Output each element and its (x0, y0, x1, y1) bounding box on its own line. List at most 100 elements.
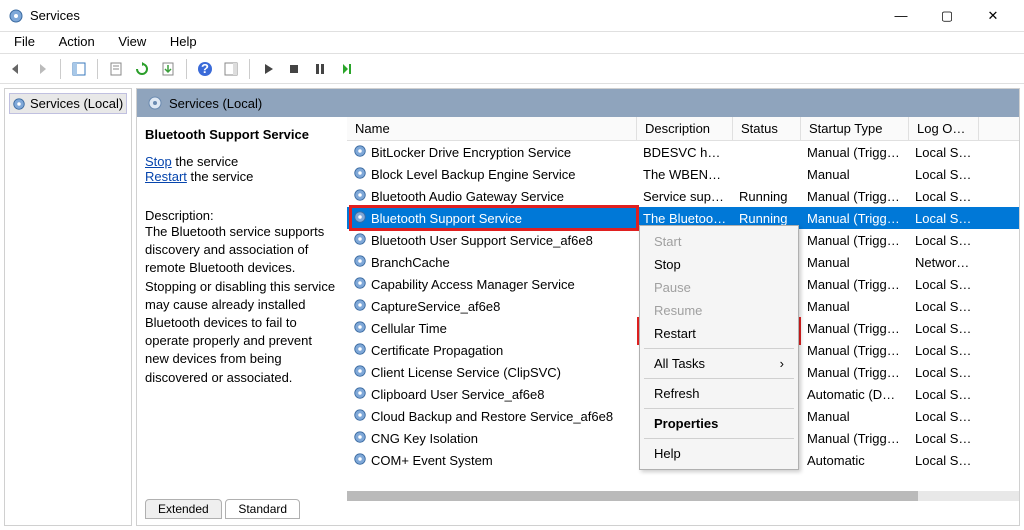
service-name: Capability Access Manager Service (371, 277, 575, 292)
gear-icon (353, 320, 367, 337)
service-logon: Local Sys… (909, 143, 979, 162)
service-name: Cloud Backup and Restore Service_af6e8 (371, 409, 613, 424)
menu-item-help[interactable]: Help (640, 442, 798, 465)
svg-text:?: ? (201, 61, 209, 76)
col-header-logon[interactable]: Log On A (909, 117, 979, 140)
restart-service-link[interactable]: Restart (145, 169, 187, 184)
service-status (733, 150, 801, 154)
horizontal-scrollbar[interactable] (347, 491, 1019, 501)
service-name: Bluetooth Support Service (371, 211, 522, 226)
help-button[interactable]: ? (193, 57, 217, 81)
col-header-status[interactable]: Status (733, 117, 801, 140)
service-name: COM+ Event System (371, 453, 493, 468)
menu-separator (644, 438, 794, 439)
service-startup: Manual (Trigg… (801, 429, 909, 448)
gear-icon (353, 342, 367, 359)
service-startup: Manual (Trigg… (801, 143, 909, 162)
refresh-button[interactable] (130, 57, 154, 81)
col-header-startup[interactable]: Startup Type (801, 117, 909, 140)
gear-icon (353, 144, 367, 161)
service-startup: Manual (801, 253, 909, 272)
selected-service-title: Bluetooth Support Service (145, 127, 339, 142)
service-logon: Local Sys… (909, 363, 979, 382)
service-startup: Manual (801, 165, 909, 184)
close-button[interactable]: ✕ (970, 1, 1016, 31)
col-header-description[interactable]: Description (637, 117, 733, 140)
tab-standard[interactable]: Standard (225, 499, 300, 519)
service-name: BitLocker Drive Encryption Service (371, 145, 571, 160)
service-startup: Manual (Trigg… (801, 187, 909, 206)
start-service-button[interactable] (256, 57, 280, 81)
column-headers: Name Description Status Startup Type Log… (347, 117, 1019, 141)
properties-button[interactable] (104, 57, 128, 81)
service-startup: Manual (801, 407, 909, 426)
tree-item-services-local[interactable]: Services (Local) (9, 93, 127, 114)
gear-icon (353, 166, 367, 183)
menu-file[interactable]: File (4, 32, 45, 51)
gear-icon (353, 188, 367, 205)
stop-service-button[interactable] (282, 57, 306, 81)
menu-action[interactable]: Action (49, 32, 105, 51)
scrollbar-thumb[interactable] (347, 491, 918, 501)
tab-extended[interactable]: Extended (145, 499, 222, 519)
service-name: Bluetooth Audio Gateway Service (371, 189, 564, 204)
context-menu: StartStopPauseResumeRestartAll TasksRefr… (639, 225, 799, 470)
service-logon: Local Ser… (909, 319, 979, 338)
gear-icon (353, 408, 367, 425)
gear-icon (353, 452, 367, 469)
services-app-icon (8, 8, 24, 24)
main-content: Services (Local) Services (Local) Blueto… (0, 84, 1024, 530)
console-tree: Services (Local) (4, 88, 132, 526)
gear-icon (353, 386, 367, 403)
table-row[interactable]: Bluetooth Audio Gateway ServiceService s… (347, 185, 1019, 207)
col-header-name[interactable]: Name (347, 117, 637, 140)
menu-item-refresh[interactable]: Refresh (640, 382, 798, 405)
service-name: CaptureService_af6e8 (371, 299, 500, 314)
menubar: File Action View Help (0, 32, 1024, 54)
menu-item-stop[interactable]: Stop (640, 253, 798, 276)
forward-button[interactable] (30, 57, 54, 81)
toolbar: ? (0, 54, 1024, 84)
menu-item-properties[interactable]: Properties (640, 412, 798, 435)
menu-item-restart[interactable]: Restart (640, 322, 798, 345)
gear-icon (353, 210, 367, 227)
service-name: CNG Key Isolation (371, 431, 478, 446)
description-text: The Bluetooth service supports discovery… (145, 223, 339, 387)
menu-item-start: Start (640, 230, 798, 253)
service-status (733, 172, 801, 176)
export-list-button[interactable] (156, 57, 180, 81)
action-pane-toggle-button[interactable] (219, 57, 243, 81)
service-logon: Local Sys… (909, 385, 979, 404)
back-button[interactable] (4, 57, 28, 81)
menu-view[interactable]: View (108, 32, 156, 51)
service-logon: Local Sys… (909, 341, 979, 360)
service-name: Client License Service (ClipSVC) (371, 365, 561, 380)
service-logon: Local Sys… (909, 165, 979, 184)
panel-header: Services (Local) (137, 89, 1019, 117)
service-logon: Local Sys… (909, 407, 979, 426)
service-list: Name Description Status Startup Type Log… (347, 117, 1019, 501)
service-startup: Manual (Trigg… (801, 275, 909, 294)
service-startup: Manual (Trigg… (801, 341, 909, 360)
service-logon: Local Sys… (909, 297, 979, 316)
restart-service-button[interactable] (334, 57, 358, 81)
stop-service-link[interactable]: Stop (145, 154, 172, 169)
table-row[interactable]: BitLocker Drive Encryption ServiceBDESVC… (347, 141, 1019, 163)
pause-service-button[interactable] (308, 57, 332, 81)
menu-separator (644, 348, 794, 349)
service-name: Cellular Time (371, 321, 447, 336)
menu-item-all-tasks[interactable]: All Tasks (640, 352, 798, 375)
gear-icon (353, 364, 367, 381)
gear-icon (353, 276, 367, 293)
minimize-button[interactable]: — (878, 1, 924, 31)
show-hide-console-tree-button[interactable] (67, 57, 91, 81)
service-status: Running (733, 187, 801, 206)
maximize-button[interactable]: ▢ (924, 1, 970, 31)
menu-help[interactable]: Help (160, 32, 207, 51)
table-row[interactable]: Block Level Backup Engine ServiceThe WBE… (347, 163, 1019, 185)
service-logon: Local Ser… (909, 209, 979, 228)
service-logon: Local Ser… (909, 187, 979, 206)
description-label: Description: (145, 208, 339, 223)
service-name: Certificate Propagation (371, 343, 503, 358)
service-startup: Automatic (801, 451, 909, 470)
